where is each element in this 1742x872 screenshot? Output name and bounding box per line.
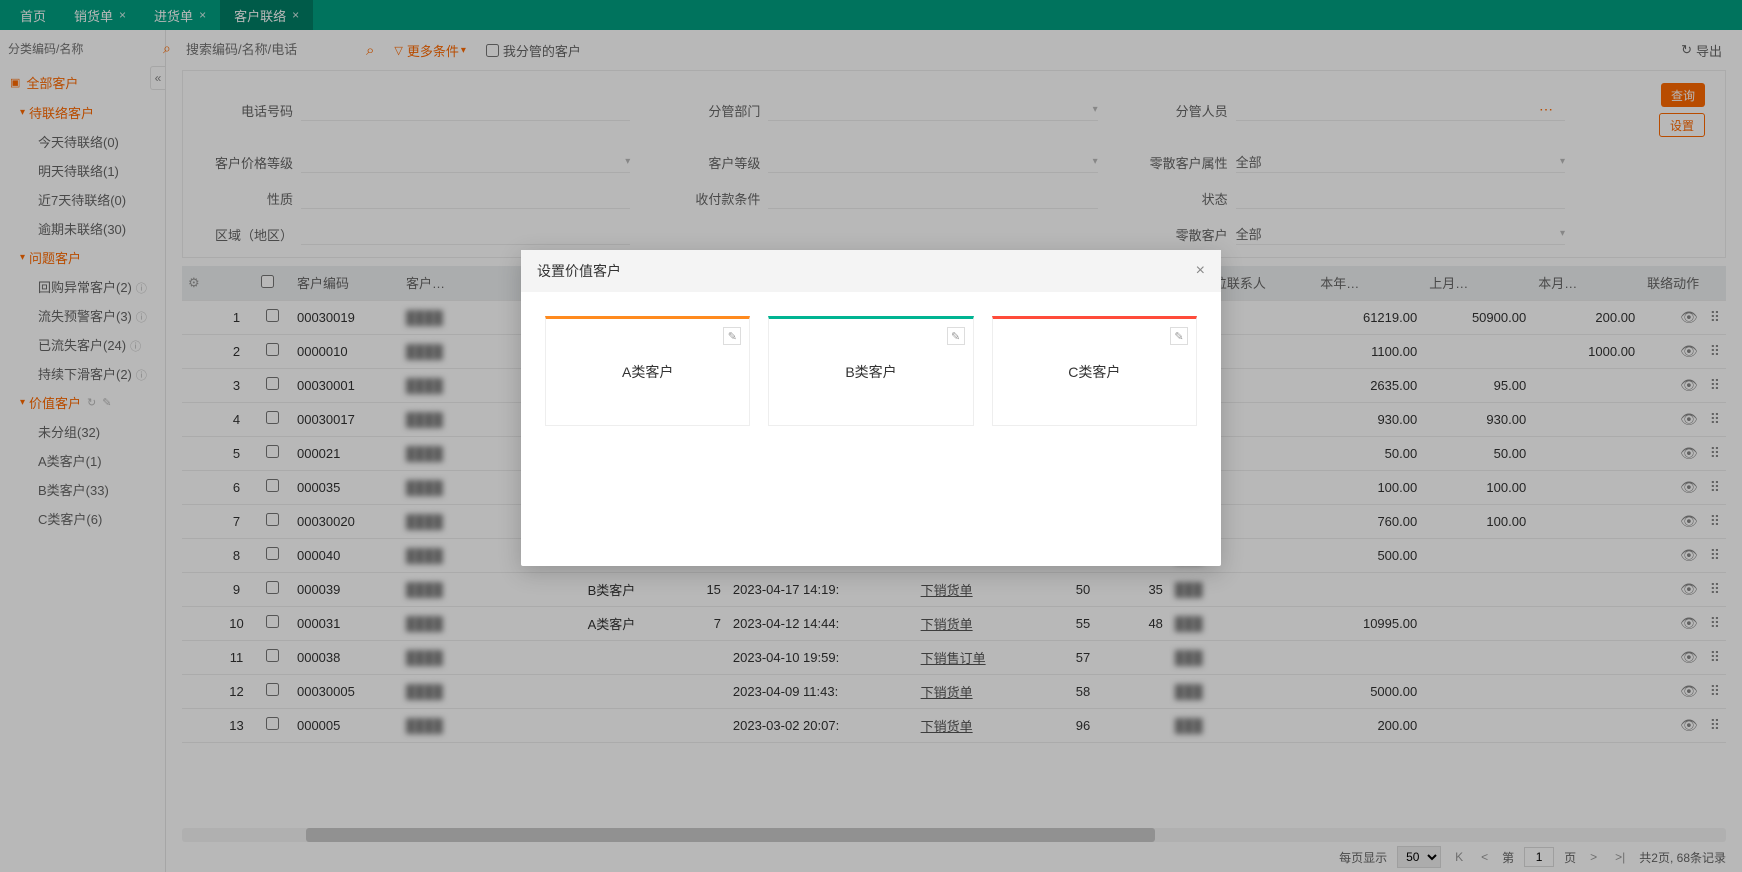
modal-title: 设置价值客户 xyxy=(537,261,621,281)
close-icon[interactable]: × xyxy=(1196,262,1205,280)
modal-overlay[interactable]: 设置价值客户 × A类客户✎ B类客户✎ C类客户✎ xyxy=(0,0,1742,872)
edit-icon[interactable]: ✎ xyxy=(723,327,741,345)
edit-icon[interactable]: ✎ xyxy=(947,327,965,345)
card-b[interactable]: B类客户✎ xyxy=(768,316,973,426)
value-customer-modal: 设置价值客户 × A类客户✎ B类客户✎ C类客户✎ xyxy=(521,250,1221,566)
edit-icon[interactable]: ✎ xyxy=(1170,327,1188,345)
card-a[interactable]: A类客户✎ xyxy=(545,316,750,426)
card-c[interactable]: C类客户✎ xyxy=(992,316,1197,426)
